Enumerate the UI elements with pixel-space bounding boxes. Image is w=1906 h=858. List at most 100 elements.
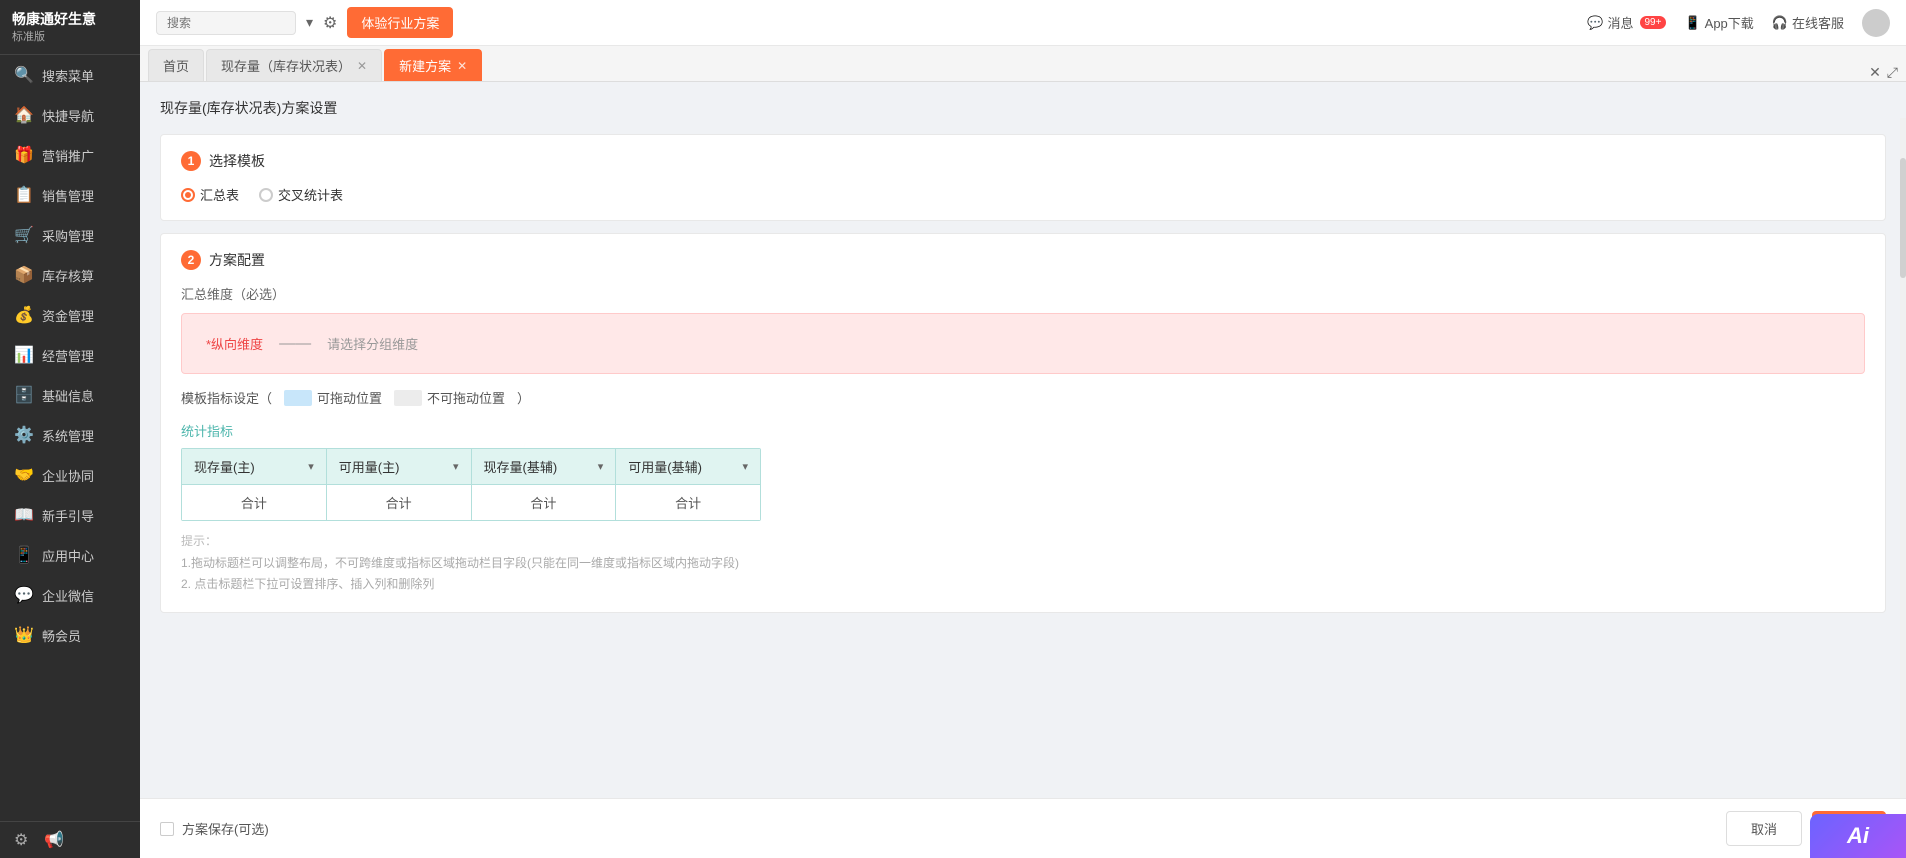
col-available-aux: 可用量(基辅) ▾: [616, 449, 760, 484]
step2-section: 2 方案配置 汇总维度（必选） *纵向维度 —— 请选择分组维度 模板指标设定（…: [160, 233, 1886, 613]
online-service-label: 在线客服: [1792, 13, 1844, 32]
app-logo: 畅康通好生意 标准版: [0, 0, 140, 55]
sidebar-item-inventory[interactable]: 📦 库存核算: [0, 255, 140, 295]
sidebar-item-purchase[interactable]: 🛒 采购管理: [0, 215, 140, 255]
online-service-item[interactable]: 🎧 在线客服: [1772, 13, 1844, 32]
sidebar-item-sales[interactable]: 📋 销售管理: [0, 175, 140, 215]
sidebar-item-new-guide[interactable]: 📖 新手引导: [0, 495, 140, 535]
save-checkbox[interactable]: [160, 822, 174, 836]
sidebar-item-system[interactable]: ⚙️ 系统管理: [0, 415, 140, 455]
radio-cross[interactable]: 交叉统计表: [259, 185, 343, 204]
sidebar-item-label: 快捷导航: [42, 106, 94, 125]
sidebar-item-member[interactable]: 👑 畅会员: [0, 615, 140, 655]
sidebar-item-cooperation[interactable]: 🤝 企业协同: [0, 455, 140, 495]
col-available-aux-label: 可用量(基辅): [628, 457, 702, 476]
sidebar-item-app-center[interactable]: 📱 应用中心: [0, 535, 140, 575]
tip-item-2: 2. 点击标题栏下拉可设置排序、插入列和删除列: [181, 574, 1865, 596]
sidebar-item-finance[interactable]: 💰 资金管理: [0, 295, 140, 335]
col-available-main-label: 可用量(主): [339, 457, 400, 476]
tab-new-scheme[interactable]: 新建方案 ✕: [384, 49, 482, 81]
radio-summary[interactable]: 汇总表: [181, 185, 239, 204]
movable-tag: 可拖动位置: [284, 388, 382, 407]
dimension-row[interactable]: *纵向维度 —— 请选择分组维度: [181, 313, 1865, 374]
col-inventory-main-arrow[interactable]: ▾: [308, 460, 314, 473]
cell-inventory-aux: 合计: [472, 485, 617, 520]
ai-badge[interactable]: Ai: [1810, 814, 1906, 858]
sidebar-item-search-menu[interactable]: 🔍 搜索菜单: [0, 55, 140, 95]
fixed-box: [394, 390, 422, 406]
sidebar-item-marketing[interactable]: 🎁 营销推广: [0, 135, 140, 175]
col-inventory-main-label: 现存量(主): [194, 457, 255, 476]
message-item[interactable]: 💬 消息 99+: [1587, 13, 1666, 32]
tab-expand-icon[interactable]: ⤢: [1887, 64, 1898, 81]
crown-icon: 👑: [14, 625, 34, 645]
save-label: 方案保存(可选): [182, 819, 269, 838]
fixed-tag: 不可拖动位置: [394, 388, 505, 407]
content-area: 现存量(库存状况表)方案设置 1 选择模板 汇总表 交叉统计表 2: [140, 82, 1906, 798]
topbar-dropdown-arrow[interactable]: ▾: [306, 14, 313, 31]
scrollbar-thumb[interactable]: [1900, 158, 1906, 278]
sidebar-item-label: 企业微信: [42, 586, 94, 605]
bottom-bar: 方案保存(可选) 取消 查询: [140, 798, 1906, 858]
stats-table: 现存量(主) ▾ 可用量(主) ▾ 现存量(基辅) ▾ 可用量(基辅): [181, 448, 761, 521]
app-name: 畅康通好生意: [12, 10, 128, 28]
message-badge: 99+: [1640, 16, 1667, 29]
speaker-icon[interactable]: 📢: [44, 830, 64, 850]
fixed-label: 不可拖动位置: [427, 388, 505, 407]
box-icon: 📦: [14, 265, 34, 285]
tab-inventory-close[interactable]: ✕: [357, 59, 367, 73]
topbar-gear-icon[interactable]: ⚙: [323, 13, 337, 33]
sidebar-item-label: 基础信息: [42, 386, 94, 405]
cell-available-main: 合计: [327, 485, 472, 520]
step1-label: 1 选择模板: [181, 151, 1865, 171]
avatar[interactable]: [1862, 9, 1890, 37]
sidebar-item-label: 畅会员: [42, 626, 81, 645]
sidebar-item-label: 新手引导: [42, 506, 94, 525]
indicator-label-suffix: ）: [517, 388, 530, 407]
col-inventory-main: 现存量(主) ▾: [182, 449, 327, 484]
page-title: 现存量(库存状况表)方案设置: [160, 98, 1886, 118]
app-download-item[interactable]: 📱 App下载: [1684, 13, 1753, 32]
indicator-label: 模板指标设定（: [181, 388, 272, 407]
sidebar-item-label: 库存核算: [42, 266, 94, 285]
col-inventory-aux-arrow[interactable]: ▾: [598, 460, 604, 473]
trial-button[interactable]: 体验行业方案: [347, 7, 453, 38]
indicator-row: 模板指标设定（ 可拖动位置 不可拖动位置 ）: [181, 388, 1865, 407]
chart-icon: 📊: [14, 345, 34, 365]
tab-close-all-icon[interactable]: ✕: [1869, 64, 1881, 81]
tab-new-scheme-close[interactable]: ✕: [457, 59, 467, 73]
tab-inventory-label: 现存量（库存状况表）: [221, 56, 351, 75]
col-available-main-arrow[interactable]: ▾: [453, 460, 459, 473]
handshake-icon: 🤝: [14, 465, 34, 485]
message-label: 消息: [1607, 13, 1633, 32]
stats-section: 统计指标 现存量(主) ▾ 可用量(主) ▾ 现存量(基辅): [181, 421, 1865, 521]
tab-inventory[interactable]: 现存量（库存状况表） ✕: [206, 49, 382, 81]
cancel-button[interactable]: 取消: [1726, 811, 1802, 846]
sidebar-item-wechat[interactable]: 💬 企业微信: [0, 575, 140, 615]
radio-summary-label: 汇总表: [200, 185, 239, 204]
tips-section: 提示： 1.拖动标题栏可以调整布局，不可跨维度或指标区域拖动栏目字段(只能在同一…: [181, 531, 1865, 596]
tab-home-label: 首页: [163, 56, 189, 75]
tab-home[interactable]: 首页: [148, 49, 204, 81]
message-icon: 💬: [1587, 15, 1603, 31]
sidebar-item-base-info[interactable]: 🗄️ 基础信息: [0, 375, 140, 415]
main-area: ▾ ⚙ 体验行业方案 💬 消息 99+ 📱 App下载 🎧 在线客服 首页: [140, 0, 1906, 858]
sidebar-item-label: 采购管理: [42, 226, 94, 245]
sidebar: 畅康通好生意 标准版 🔍 搜索菜单 🏠 快捷导航 🎁 营销推广 📋 销售管理 🛒…: [0, 0, 140, 858]
mobile-icon: 📱: [14, 545, 34, 565]
sidebar-item-operations[interactable]: 📊 经营管理: [0, 335, 140, 375]
sidebar-item-quick-nav[interactable]: 🏠 快捷导航: [0, 95, 140, 135]
settings-icon[interactable]: ⚙: [14, 830, 28, 850]
app-download-label: App下载: [1705, 13, 1754, 32]
radio-cross-label: 交叉统计表: [278, 185, 343, 204]
dim-placeholder: 请选择分组维度: [327, 334, 418, 353]
database-icon: 🗄️: [14, 385, 34, 405]
step1-title: 选择模板: [209, 151, 265, 171]
topbar: ▾ ⚙ 体验行业方案 💬 消息 99+ 📱 App下载 🎧 在线客服: [140, 0, 1906, 46]
right-scrollbar: [1900, 118, 1906, 798]
step1-badge: 1: [181, 151, 201, 171]
sidebar-item-label: 系统管理: [42, 426, 94, 445]
topbar-search-input[interactable]: [156, 11, 296, 35]
col-available-aux-arrow[interactable]: ▾: [742, 460, 748, 473]
tab-new-scheme-label: 新建方案: [399, 56, 451, 75]
